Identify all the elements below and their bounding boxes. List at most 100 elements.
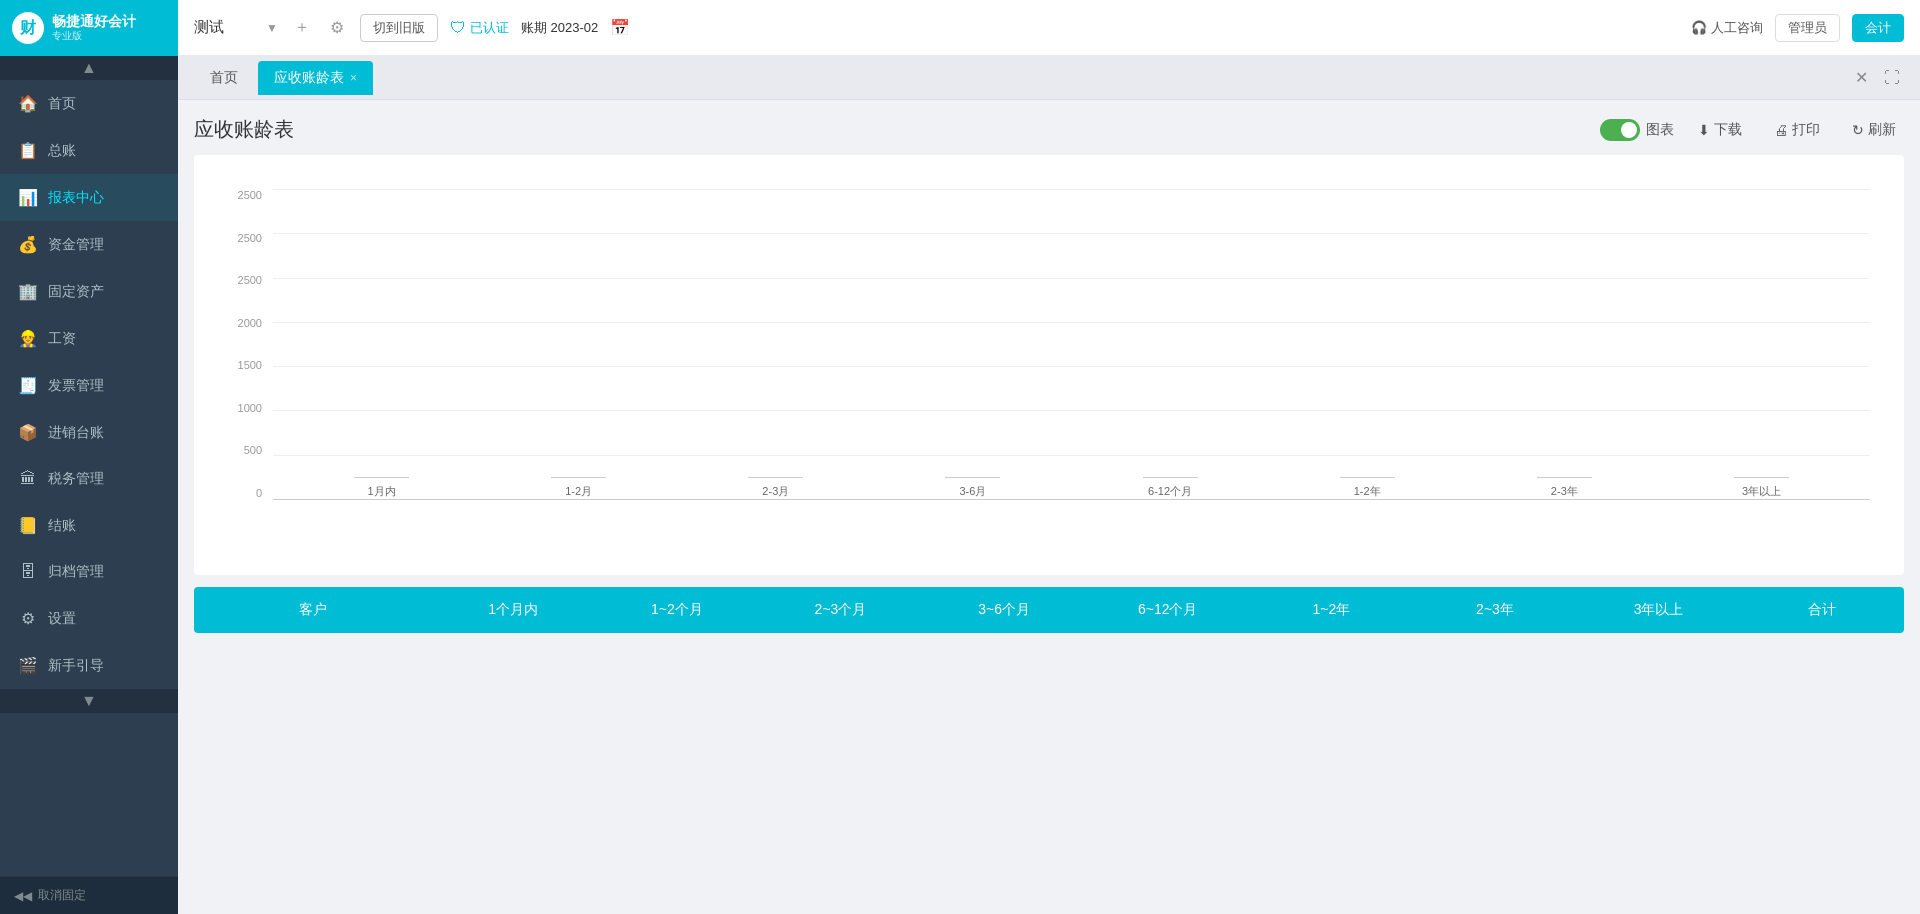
sidebar-item-settings[interactable]: ⚙ 设置	[0, 595, 178, 642]
sidebar-item-inventory[interactable]: 📦 进销台账	[0, 409, 178, 456]
period-value: 2023-02	[551, 20, 599, 35]
bar-4	[945, 477, 1000, 478]
tabs-right-actions: ✕ ⛶	[1851, 64, 1904, 91]
archive-icon: 🗄	[18, 563, 38, 581]
sidebar: 财 畅捷通好会计 专业版 ▲ 🏠 首页 📋 总账 📊 报表中心 💰 资金管理 🏢…	[0, 0, 178, 914]
th-1to2month: 1~2个月	[595, 587, 759, 633]
logo-icon: 财	[12, 12, 44, 44]
th-2to3month: 2~3个月	[759, 587, 923, 633]
print-btn[interactable]: 🖨 打印	[1766, 117, 1828, 143]
bar-label-4: 3-6月	[959, 484, 986, 499]
sidebar-item-home[interactable]: 🏠 首页	[0, 80, 178, 127]
sidebar-item-closing-label: 结账	[48, 517, 76, 535]
service-btn[interactable]: 🎧 人工咨询	[1691, 19, 1763, 37]
sidebar-item-wages[interactable]: 👷 工资	[0, 315, 178, 362]
th-2to3year: 2~3年	[1413, 587, 1577, 633]
scroll-up-btn[interactable]: ▲	[0, 56, 178, 80]
bar-group-5: 6-12个月	[1143, 477, 1198, 499]
bar-label-3: 2-3月	[762, 484, 789, 499]
old-version-btn[interactable]: 切到旧版	[360, 14, 438, 42]
th-1to2year: 1~2年	[1250, 587, 1414, 633]
bar-label-7: 2-3年	[1551, 484, 1578, 499]
y-label-1000: 1000	[238, 402, 262, 414]
y-label-1500: 1500	[238, 359, 262, 371]
th-1month: 1个月内	[431, 587, 595, 633]
sidebar-item-ledger[interactable]: 📋 总账	[0, 127, 178, 174]
download-btn[interactable]: ⬇ 下载	[1690, 117, 1750, 143]
th-3to6month: 3~6个月	[922, 587, 1086, 633]
download-icon: ⬇	[1698, 122, 1710, 138]
sidebar-item-tax[interactable]: 🏛 税务管理	[0, 456, 178, 502]
sidebar-logo: 财 畅捷通好会计 专业版	[0, 0, 178, 56]
toggle-switch[interactable]	[1600, 119, 1640, 141]
toggle-label-text: 图表	[1646, 121, 1674, 139]
chart-toggle[interactable]: 图表	[1600, 119, 1674, 141]
sidebar-item-guide-label: 新手引导	[48, 657, 104, 675]
bar-7	[1537, 477, 1592, 478]
bar-5	[1143, 477, 1198, 478]
sidebar-item-inventory-label: 进销台账	[48, 424, 104, 442]
sidebar-item-wages-label: 工资	[48, 330, 76, 348]
period-info: 账期 2023-02	[521, 19, 598, 37]
print-icon: 🖨	[1774, 122, 1788, 138]
sidebar-item-closing[interactable]: 📒 结账	[0, 502, 178, 549]
y-label-2500-3: 2500	[238, 274, 262, 286]
manager-btn[interactable]: 管理员	[1775, 14, 1840, 42]
bar-label-5: 6-12个月	[1148, 484, 1192, 499]
cancel-fixed-btn[interactable]: ◀◀ 取消固定	[0, 876, 178, 914]
invoice-icon: 🧾	[18, 376, 38, 395]
bar-group-8: 3年以上	[1734, 477, 1789, 499]
sidebar-item-reports[interactable]: 📊 报表中心	[0, 174, 178, 221]
bar-group-7: 2-3年	[1537, 477, 1592, 499]
close-window-icon[interactable]: ✕	[1851, 64, 1872, 91]
chart-grid-area: 1月内 1-2月 2-3月	[273, 189, 1870, 499]
th-customer: 客户	[194, 587, 431, 633]
reports-icon: 📊	[18, 188, 38, 207]
bars-area: 1月内 1-2月 2-3月	[273, 189, 1870, 499]
home-icon: 🏠	[18, 94, 38, 113]
sidebar-item-settings-label: 设置	[48, 610, 76, 628]
scroll-down-btn[interactable]: ▼	[0, 689, 178, 713]
y-label-2500-top: 2500	[238, 189, 262, 201]
add-workspace-btn[interactable]: ＋	[290, 13, 314, 42]
bar-1	[354, 477, 409, 478]
y-label-500: 500	[244, 444, 262, 456]
sidebar-item-guide[interactable]: 🎬 新手引导	[0, 642, 178, 689]
period-prefix: 账期	[521, 20, 547, 35]
workspace-dropdown-icon[interactable]: ▼	[266, 21, 278, 35]
sidebar-item-invoice[interactable]: 🧾 发票管理	[0, 362, 178, 409]
expand-icon[interactable]: ⛶	[1880, 65, 1904, 91]
tabs-bar: 首页 应收账龄表 × ✕ ⛶	[178, 56, 1920, 100]
content-area: 首页 应收账龄表 × ✕ ⛶ 应收账龄表 图表	[178, 56, 1920, 914]
sidebar-item-finance[interactable]: 💰 资金管理	[0, 221, 178, 268]
bar-group-4: 3-6月	[945, 477, 1000, 499]
app-name: 畅捷通好会计	[52, 13, 136, 30]
report-header: 应收账龄表 图表 ⬇ 下载 🖨 打印 ↻	[194, 116, 1904, 143]
chart-card: 2500 2500 2500 2000 1500 1000 500 0	[194, 155, 1904, 575]
bar-3	[748, 477, 803, 478]
accountant-btn[interactable]: 会计	[1852, 14, 1904, 42]
logo-text-block: 畅捷通好会计 专业版	[52, 13, 136, 44]
tab-close-icon[interactable]: ×	[350, 71, 357, 85]
tab-aging-label: 应收账龄表	[274, 69, 344, 87]
sidebar-item-tax-label: 税务管理	[48, 470, 104, 488]
bar-label-1: 1月内	[368, 484, 396, 499]
sidebar-item-assets[interactable]: 🏢 固定资产	[0, 268, 178, 315]
y-label-0: 0	[256, 487, 262, 499]
table-card: 客户 1个月内 1~2个月 2~3个月 3~6个月 6~12个月 1~2年 2~…	[194, 587, 1904, 633]
workspace-settings-icon[interactable]: ⚙	[326, 14, 348, 41]
shield-icon: 🛡	[450, 19, 466, 37]
tab-home[interactable]: 首页	[194, 61, 254, 95]
refresh-btn[interactable]: ↻ 刷新	[1844, 117, 1904, 143]
sidebar-item-archive[interactable]: 🗄 归档管理	[0, 549, 178, 595]
ledger-icon: 📋	[18, 141, 38, 160]
certified-badge: 🛡 已认证	[450, 19, 509, 37]
tax-icon: 🏛	[18, 470, 38, 488]
sidebar-scroll: ▲ 🏠 首页 📋 总账 📊 报表中心 💰 资金管理 🏢 固定资产 👷 工资 🧾 …	[0, 56, 178, 876]
y-label-2000: 2000	[238, 317, 262, 329]
tab-aging[interactable]: 应收账龄表 ×	[258, 61, 373, 95]
bar-label-8: 3年以上	[1742, 484, 1781, 499]
calendar-icon[interactable]: 📅	[610, 18, 630, 37]
y-label-2500-2: 2500	[238, 232, 262, 244]
finance-icon: 💰	[18, 235, 38, 254]
